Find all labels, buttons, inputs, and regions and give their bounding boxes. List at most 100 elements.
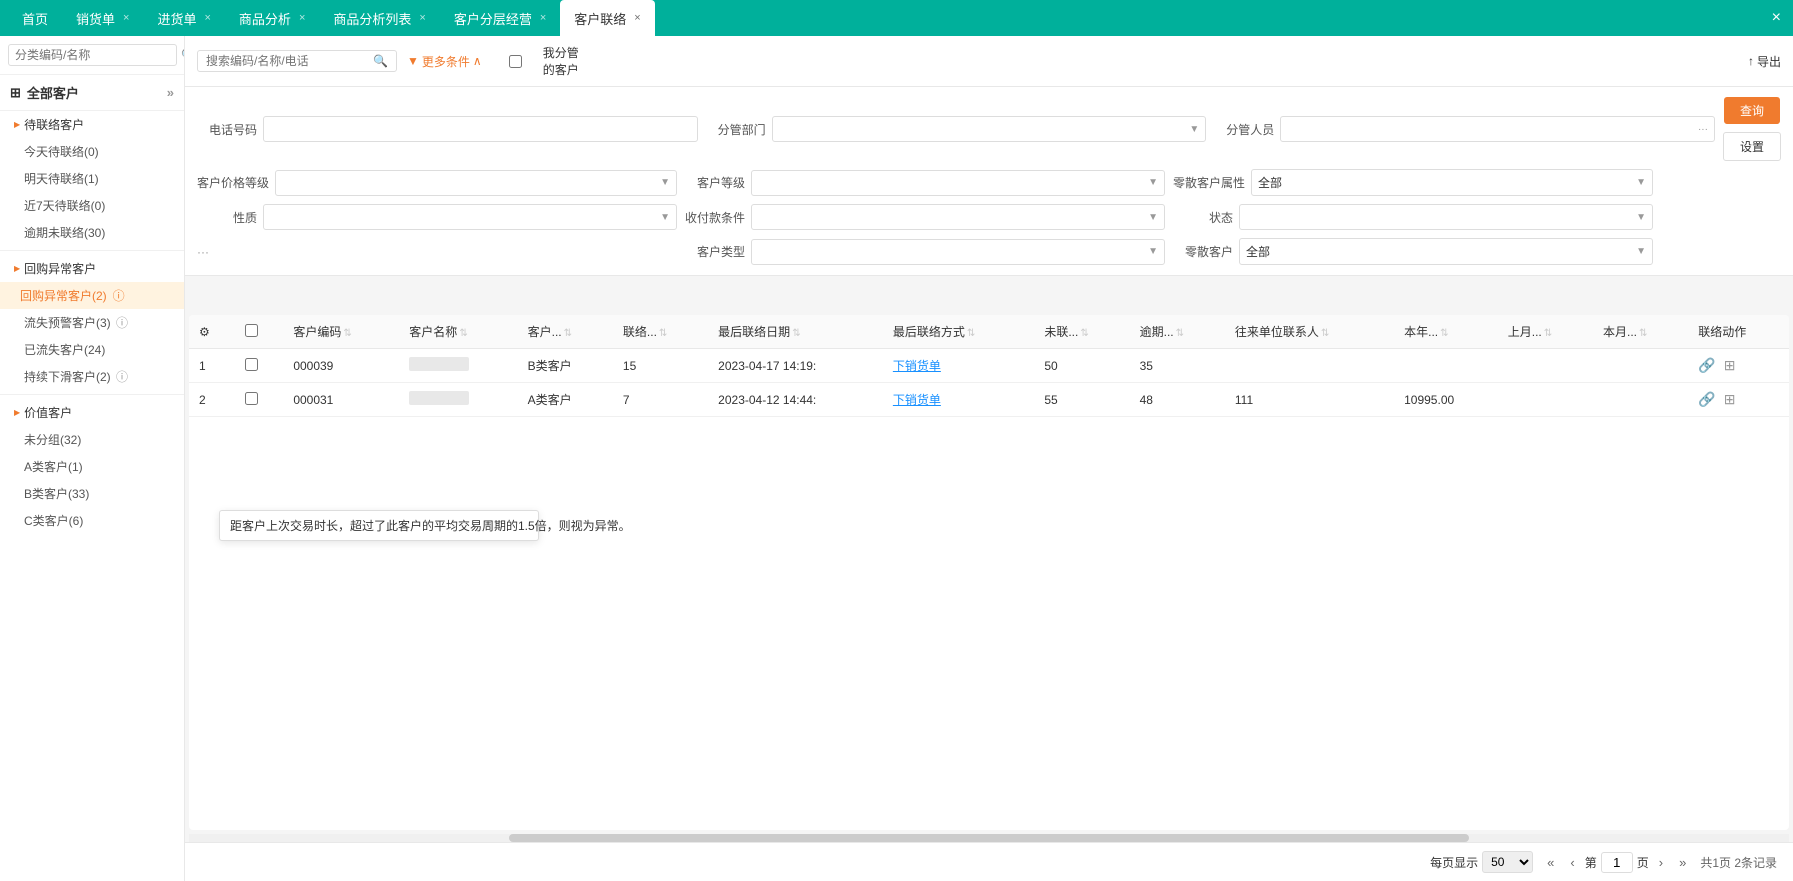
sort-icon[interactable]: ⇅ bbox=[659, 328, 667, 339]
more-conditions-btn[interactable]: ▼ 更多条件 ∧ bbox=[407, 53, 482, 70]
sidebar-item-0-1[interactable]: 明天待联络(1) bbox=[0, 165, 184, 192]
my-customers-checkbox[interactable]: 我分管的客户 bbox=[492, 44, 581, 78]
sort-icon[interactable]: ⇅ bbox=[1544, 328, 1552, 339]
sidebar-item-0-3[interactable]: 逾期未联络(30) bbox=[0, 219, 184, 246]
payment-select[interactable]: ▼ bbox=[751, 204, 1165, 230]
page-input[interactable] bbox=[1601, 852, 1633, 873]
retail-attr-select[interactable]: 全部▼ bbox=[1251, 169, 1653, 196]
status-select[interactable]: ▼ bbox=[1239, 204, 1653, 230]
nav-close-icon[interactable]: × bbox=[419, 12, 425, 24]
row-check[interactable] bbox=[235, 383, 284, 417]
col-header-13[interactable]: 本月...⇅ bbox=[1593, 315, 1688, 349]
nav-item-进货单[interactable]: 进货单 × bbox=[143, 0, 224, 36]
col-header-7[interactable]: 最后联络方式⇅ bbox=[883, 315, 1034, 349]
sort-icon[interactable]: ⇅ bbox=[1639, 328, 1647, 339]
nav-close-icon[interactable]: × bbox=[540, 12, 546, 24]
table-area[interactable]: ⚙ 客户编码⇅客户名称⇅客户...⇅联络...⇅最后联络日期⇅最后联络方式⇅未联.… bbox=[189, 315, 1789, 830]
sort-icon[interactable]: ⇅ bbox=[967, 328, 975, 339]
sort-icon[interactable]: ⇅ bbox=[1321, 328, 1329, 339]
nav-item-客户联络[interactable]: 客户联络 × bbox=[560, 0, 654, 36]
price-level-select[interactable]: ▼ bbox=[275, 170, 677, 196]
sidebar-group-title-1[interactable]: ▶ 回购异常客户 bbox=[0, 255, 184, 282]
nav-close-all[interactable]: × bbox=[1772, 9, 1781, 27]
sidebar-item-2-2[interactable]: B类客户(33) bbox=[0, 480, 184, 507]
col-header-8[interactable]: 未联...⇅ bbox=[1034, 315, 1129, 349]
sort-icon[interactable]: ⇅ bbox=[1080, 328, 1088, 339]
col-header-9[interactable]: 逾期...⇅ bbox=[1130, 315, 1225, 349]
dept-select[interactable]: ▼ bbox=[772, 116, 1207, 142]
sidebar-item-1-1[interactable]: 流失预警客户(3) ⓘ bbox=[0, 309, 184, 336]
last-page-btn[interactable]: » bbox=[1673, 853, 1692, 872]
nav-close-icon[interactable]: × bbox=[299, 12, 305, 24]
sort-icon[interactable]: ⇅ bbox=[1176, 328, 1184, 339]
sidebar-item-2-1[interactable]: A类客户(1) bbox=[0, 453, 184, 480]
person-select[interactable]: ··· bbox=[1280, 116, 1715, 142]
sort-icon[interactable]: ⇅ bbox=[792, 328, 800, 339]
nav-close-icon[interactable]: × bbox=[123, 12, 129, 24]
sort-icon[interactable]: ⇅ bbox=[343, 328, 351, 339]
sidebar-group-title-2[interactable]: ▶ 价值客户 bbox=[0, 399, 184, 426]
settings-icon[interactable]: ⚙ bbox=[199, 325, 210, 339]
col-header-4[interactable]: 客户...⇅ bbox=[518, 315, 613, 349]
next-page-btn[interactable]: › bbox=[1653, 853, 1669, 872]
nav-item-销货单[interactable]: 销货单 × bbox=[62, 0, 143, 36]
query-btn[interactable]: 查询 bbox=[1724, 97, 1780, 124]
prev-page-btn[interactable]: ‹ bbox=[1564, 853, 1580, 872]
retail-customer-select[interactable]: 全部▼ bbox=[1239, 238, 1653, 265]
col-header-3[interactable]: 客户名称⇅ bbox=[399, 315, 517, 349]
col-header-12[interactable]: 上月...⇅ bbox=[1498, 315, 1593, 349]
per-page-select[interactable]: 50 20 100 bbox=[1482, 851, 1533, 873]
col-header-10[interactable]: 往来单位联系人⇅ bbox=[1225, 315, 1394, 349]
grid-action-icon[interactable]: ⊞ bbox=[1724, 391, 1736, 408]
sidebar-all-customers[interactable]: ⊞ 全部客户 » bbox=[0, 75, 184, 111]
sidebar-item-2-3[interactable]: C类客户(6) bbox=[0, 507, 184, 534]
nature-select[interactable]: ▼ bbox=[263, 204, 677, 230]
customer-type-select[interactable]: ▼ bbox=[751, 239, 1165, 265]
col-header-5[interactable]: 联络...⇅ bbox=[613, 315, 708, 349]
export-btn[interactable]: ↑ 导出 bbox=[1748, 53, 1781, 70]
sidebar-collapse-btn[interactable]: » bbox=[167, 85, 174, 100]
search-input[interactable] bbox=[206, 54, 369, 68]
grid-action-icon[interactable]: ⊞ bbox=[1724, 357, 1736, 374]
sort-icon[interactable]: ⇅ bbox=[1440, 328, 1448, 339]
sidebar-item-2-0[interactable]: 未分组(32) bbox=[0, 426, 184, 453]
first-page-btn[interactable]: « bbox=[1541, 853, 1560, 872]
nav-close-icon[interactable]: × bbox=[634, 12, 640, 24]
phone-input[interactable] bbox=[263, 116, 698, 142]
row-checkbox[interactable] bbox=[245, 392, 258, 405]
sort-icon[interactable]: ⇅ bbox=[459, 328, 467, 339]
action-cell[interactable]: 🔗⊞ bbox=[1688, 349, 1789, 383]
row-checkbox[interactable] bbox=[245, 358, 258, 371]
col-header-6[interactable]: 最后联络日期⇅ bbox=[708, 315, 883, 349]
sidebar-item-0-0[interactable]: 今天待联络(0) bbox=[0, 138, 184, 165]
select-all-checkbox[interactable] bbox=[245, 324, 258, 337]
nav-item-客户分层经营[interactable]: 客户分层经营 × bbox=[440, 0, 560, 36]
sort-icon[interactable]: ⇅ bbox=[564, 328, 572, 339]
my-customers-input[interactable] bbox=[492, 55, 539, 68]
last-contact-method[interactable]: 下销货单 bbox=[883, 349, 1034, 383]
link-action-icon[interactable]: 🔗 bbox=[1698, 357, 1715, 374]
search-icon[interactable]: 🔍 bbox=[373, 54, 388, 68]
settings-btn[interactable]: 设置 bbox=[1723, 132, 1781, 161]
nav-item-首页[interactable]: 首页 bbox=[8, 0, 62, 36]
price-level-label: 客户价格等级 bbox=[197, 174, 269, 191]
table-scroll-thumb[interactable] bbox=[509, 834, 1469, 842]
link-action-icon[interactable]: 🔗 bbox=[1698, 391, 1715, 408]
customer-level-select[interactable]: ▼ bbox=[751, 170, 1165, 196]
last-contact-method[interactable]: 下销货单 bbox=[883, 383, 1034, 417]
nav-item-商品分析列表[interactable]: 商品分析列表 × bbox=[319, 0, 439, 36]
nav-close-icon[interactable]: × bbox=[204, 12, 210, 24]
sidebar-item-0-2[interactable]: 近7天待联络(0) bbox=[0, 192, 184, 219]
nav-item-商品分析[interactable]: 商品分析 × bbox=[225, 0, 319, 36]
sidebar-search-input[interactable] bbox=[8, 44, 177, 66]
col-header-2[interactable]: 客户编码⇅ bbox=[283, 315, 399, 349]
sidebar-item-1-2[interactable]: 已流失客户(24) bbox=[0, 336, 184, 363]
contact-method-link[interactable]: 下销货单 bbox=[893, 393, 941, 407]
row-check[interactable] bbox=[235, 349, 284, 383]
col-header-11[interactable]: 本年...⇅ bbox=[1394, 315, 1498, 349]
action-cell[interactable]: 🔗⊞ bbox=[1688, 383, 1789, 417]
sidebar-group-title-0[interactable]: ▶ 待联络客户 bbox=[0, 111, 184, 138]
contact-method-link[interactable]: 下销货单 bbox=[893, 359, 941, 373]
sidebar-item-1-0[interactable]: 回购异常客户(2) ⓘ bbox=[0, 282, 184, 309]
sidebar-item-1-3[interactable]: 持续下滑客户(2) ⓘ bbox=[0, 363, 184, 390]
